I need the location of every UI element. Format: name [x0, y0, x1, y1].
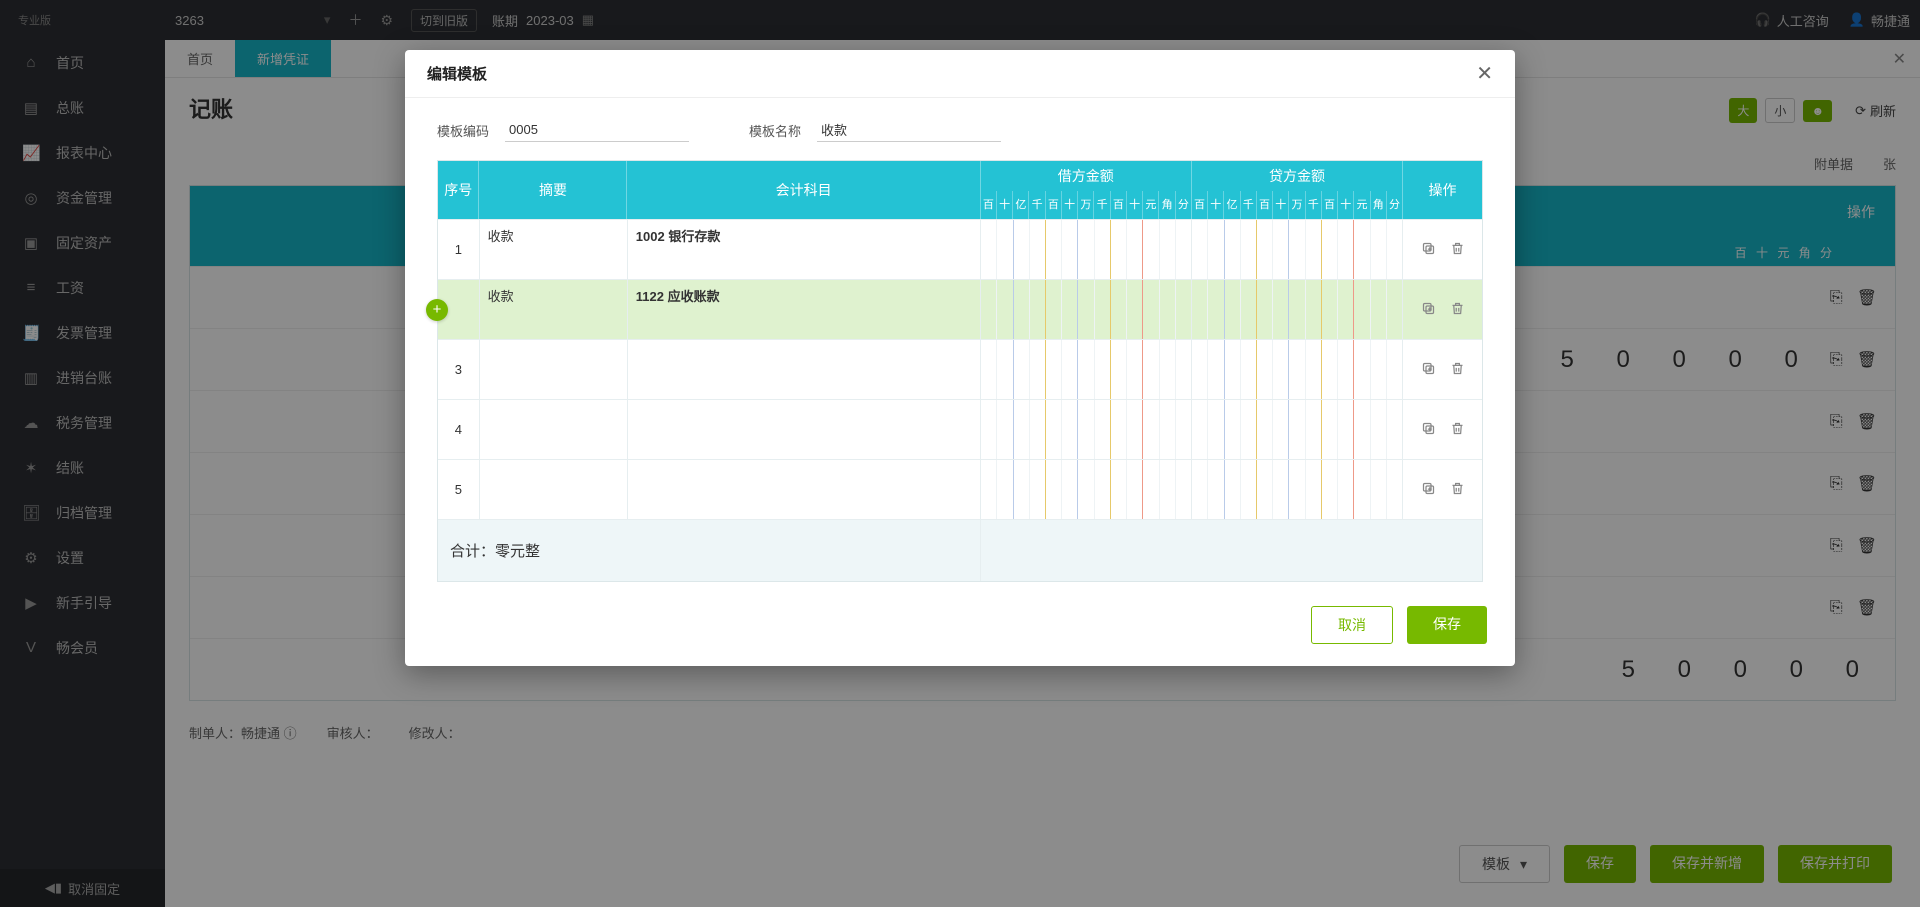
seq-cell: 3 — [438, 340, 480, 399]
subject-cell[interactable]: 1002 银行存款 — [628, 220, 981, 279]
grid-row[interactable]: 4 — [438, 399, 1482, 459]
col-subject: 会计科目 — [627, 161, 980, 219]
seq-cell: 1 — [438, 220, 480, 279]
debit-units: 百十亿千百十万千百十元角分 — [981, 191, 1191, 219]
subject-cell[interactable]: 1122 应收账款 — [628, 280, 981, 339]
summary-cell[interactable] — [480, 460, 628, 519]
credit-cell[interactable] — [1192, 340, 1403, 399]
summary-cell[interactable]: 收款 — [480, 280, 628, 339]
row-op-cell — [1403, 340, 1482, 399]
total-label: 合计：零元整 — [438, 520, 981, 581]
modal-overlay: 编辑模板 ✕ 模板编码 模板名称 序号 摘要 会计科目 — [0, 0, 1920, 907]
row-op-cell — [1403, 460, 1482, 519]
credit-cell[interactable] — [1192, 460, 1403, 519]
copy-row-icon[interactable] — [1421, 301, 1436, 319]
subject-cell[interactable] — [628, 340, 981, 399]
delete-row-icon[interactable] — [1450, 241, 1465, 259]
modal-close-button[interactable]: ✕ — [1476, 61, 1493, 86]
cancel-button[interactable]: 取消 — [1311, 606, 1393, 644]
credit-cell[interactable] — [1192, 220, 1403, 279]
summary-cell[interactable] — [480, 400, 628, 459]
row-op-cell — [1403, 220, 1482, 279]
debit-cell[interactable] — [981, 460, 1192, 519]
delete-row-icon[interactable] — [1450, 421, 1465, 439]
template-name-input[interactable] — [817, 118, 1001, 142]
credit-cell[interactable] — [1192, 280, 1403, 339]
save-button[interactable]: 保存 — [1407, 606, 1487, 644]
debit-cell[interactable] — [981, 280, 1192, 339]
copy-row-icon[interactable] — [1421, 481, 1436, 499]
seq-cell: 5 — [438, 460, 480, 519]
row-op-cell — [1403, 280, 1482, 339]
col-op: 操作 — [1403, 161, 1482, 219]
edit-template-modal: 编辑模板 ✕ 模板编码 模板名称 序号 摘要 会计科目 — [405, 50, 1515, 666]
template-grid: 序号 摘要 会计科目 借方金额 百十亿千百十万千百十元角分 贷方金额 百十亿千百… — [437, 160, 1483, 582]
debit-cell[interactable] — [981, 340, 1192, 399]
copy-row-icon[interactable] — [1421, 421, 1436, 439]
add-row-button[interactable]: + — [426, 299, 448, 321]
credit-units: 百十亿千百十万千百十元角分 — [1192, 191, 1402, 219]
template-code-label: 模板编码 — [437, 121, 489, 140]
total-row: 合计：零元整 — [438, 519, 1482, 581]
delete-row-icon[interactable] — [1450, 361, 1465, 379]
subject-cell[interactable] — [628, 460, 981, 519]
debit-cell[interactable] — [981, 400, 1192, 459]
delete-row-icon[interactable] — [1450, 481, 1465, 499]
summary-cell[interactable] — [480, 340, 628, 399]
seq-cell: 4 — [438, 400, 480, 459]
summary-cell[interactable]: 收款 — [480, 220, 628, 279]
credit-cell[interactable] — [1192, 400, 1403, 459]
copy-row-icon[interactable] — [1421, 241, 1436, 259]
grid-row[interactable]: 1收款1002 银行存款 — [438, 219, 1482, 279]
modal-title: 编辑模板 — [427, 63, 487, 84]
grid-row[interactable]: +收款1122 应收账款 — [438, 279, 1482, 339]
row-op-cell — [1403, 400, 1482, 459]
col-seq: 序号 — [438, 161, 479, 219]
debit-cell[interactable] — [981, 220, 1192, 279]
delete-row-icon[interactable] — [1450, 301, 1465, 319]
col-credit: 贷方金额 百十亿千百十万千百十元角分 — [1192, 161, 1403, 219]
copy-row-icon[interactable] — [1421, 361, 1436, 379]
template-name-label: 模板名称 — [749, 121, 801, 140]
col-debit: 借方金额 百十亿千百十万千百十元角分 — [981, 161, 1192, 219]
grid-row[interactable]: 5 — [438, 459, 1482, 519]
col-summary: 摘要 — [479, 161, 627, 219]
template-code-input[interactable] — [505, 118, 689, 142]
subject-cell[interactable] — [628, 400, 981, 459]
grid-row[interactable]: 3 — [438, 339, 1482, 399]
